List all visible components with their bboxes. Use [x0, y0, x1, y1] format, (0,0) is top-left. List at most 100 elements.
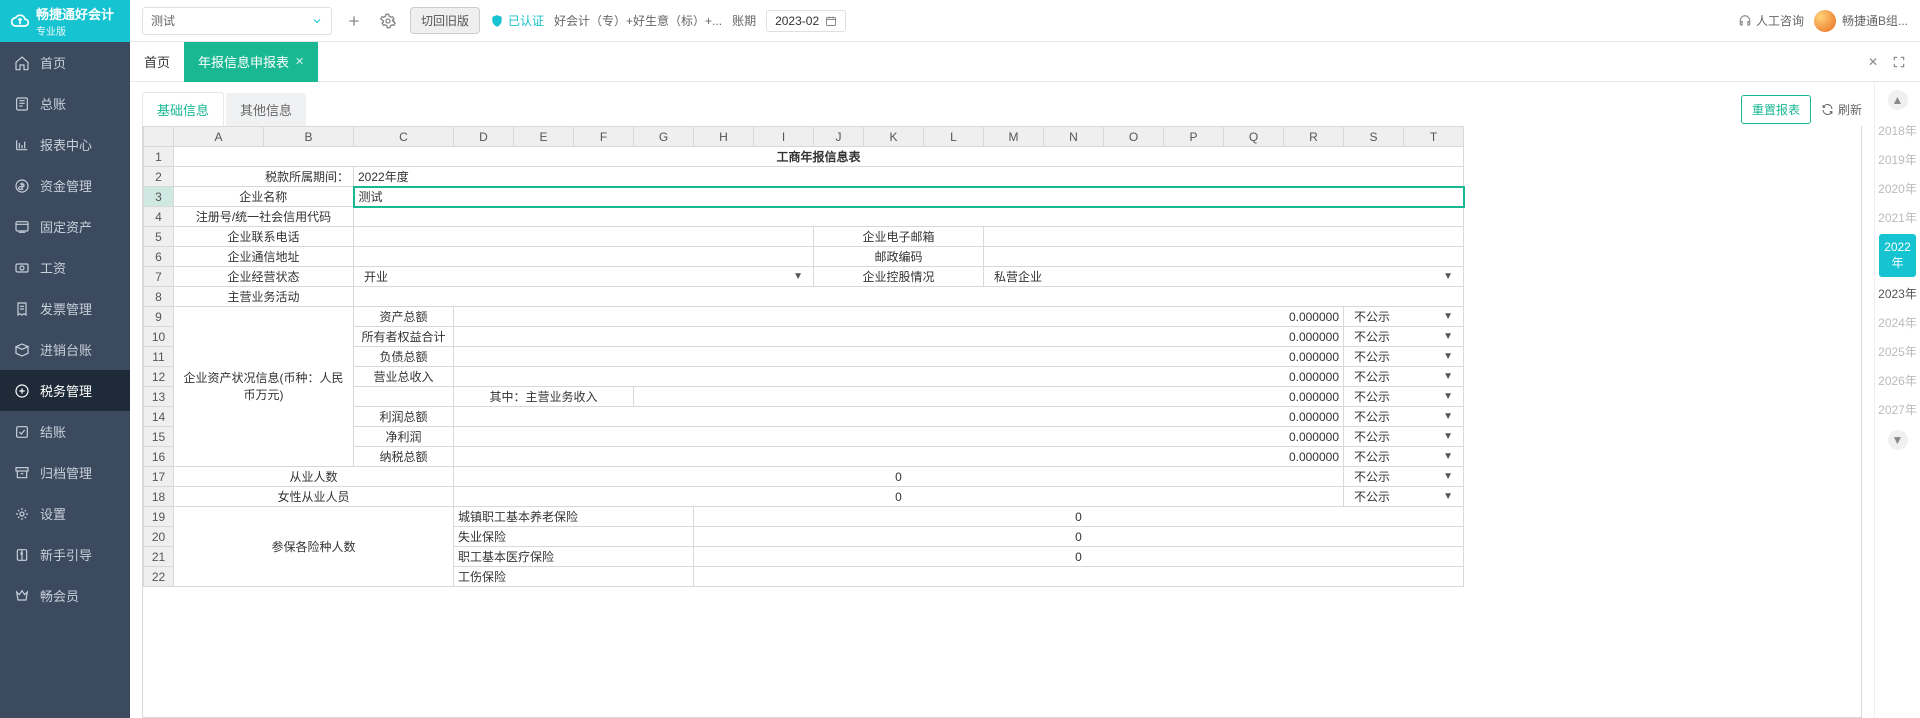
tab-home[interactable]: 首页 — [130, 42, 184, 82]
report-icon — [14, 137, 30, 153]
asset-group-label: 企业资产状况信息(币种：人民币万元) — [174, 307, 354, 467]
col-header-K[interactable]: K — [864, 127, 924, 147]
sidebar-item-13[interactable]: 畅会员 — [0, 575, 130, 616]
col-header-L[interactable]: L — [924, 127, 984, 147]
tab-close-icon[interactable]: ✕ — [295, 55, 304, 68]
year-2021年[interactable]: 2021年 — [1875, 203, 1920, 232]
asset-icon — [14, 219, 30, 235]
chevron-down-icon — [311, 15, 323, 27]
col-header-S[interactable]: S — [1344, 127, 1404, 147]
sidebar-item-0[interactable]: 首页 — [0, 42, 130, 83]
period-label: 账期 — [732, 12, 756, 29]
brand-name: 畅捷通好会计 — [36, 7, 114, 22]
col-header-B[interactable]: B — [264, 127, 354, 147]
sidebar-item-12[interactable]: 新手引导 — [0, 534, 130, 575]
add-button[interactable] — [342, 9, 366, 33]
year-2025年[interactable]: 2025年 — [1875, 337, 1920, 366]
fullscreen-icon[interactable] — [1892, 55, 1906, 69]
sidebar-item-10[interactable]: 归档管理 — [0, 452, 130, 493]
subtab-basic[interactable]: 基础信息 — [142, 92, 224, 126]
col-header-T[interactable]: T — [1404, 127, 1464, 147]
refresh-icon — [1821, 103, 1834, 116]
support-link[interactable]: 人工咨询 — [1738, 12, 1804, 29]
member-icon — [14, 588, 30, 604]
col-header-H[interactable]: H — [694, 127, 754, 147]
page-tabs: 首页 年报信息申报表 ✕ ✕ — [130, 42, 1920, 82]
year-2018年[interactable]: 2018年 — [1875, 116, 1920, 145]
col-header-A[interactable]: A — [174, 127, 264, 147]
col-header-Q[interactable]: Q — [1224, 127, 1284, 147]
status-select[interactable]: 开业▼ — [354, 267, 814, 287]
year-2022年[interactable]: 2022年 — [1879, 234, 1916, 277]
sidebar-item-7[interactable]: 进销台账 — [0, 329, 130, 370]
fund-icon — [14, 178, 30, 194]
sidebar-item-4[interactable]: 固定资产 — [0, 206, 130, 247]
sidebar-item-2[interactable]: 报表中心 — [0, 124, 130, 165]
sidebar-item-3[interactable]: 资金管理 — [0, 165, 130, 206]
col-header-I[interactable]: I — [754, 127, 814, 147]
pub-select-13[interactable]: 不公示▼ — [1344, 387, 1464, 407]
guide-icon — [14, 547, 30, 563]
pub-select-14[interactable]: 不公示▼ — [1344, 407, 1464, 427]
reset-button[interactable]: 重置报表 — [1741, 95, 1811, 124]
brand-edition: 专业版 — [36, 23, 114, 38]
year-up-button[interactable]: ▲ — [1888, 90, 1908, 110]
tab-annual-report[interactable]: 年报信息申报表 ✕ — [184, 42, 318, 82]
pub-select-16[interactable]: 不公示▼ — [1344, 447, 1464, 467]
year-2019年[interactable]: 2019年 — [1875, 145, 1920, 174]
sidebar-item-1[interactable]: 总账 — [0, 83, 130, 124]
avatar — [1814, 10, 1836, 32]
pub-select-9[interactable]: 不公示▼ — [1344, 307, 1464, 327]
pub-select-15[interactable]: 不公示▼ — [1344, 427, 1464, 447]
settings-icon — [14, 506, 30, 522]
archive-icon — [14, 465, 30, 481]
col-header-C[interactable]: C — [354, 127, 454, 147]
brand-logo: 畅捷通好会计 专业版 — [0, 0, 130, 42]
year-2027年[interactable]: 2027年 — [1875, 395, 1920, 424]
pub-select-10[interactable]: 不公示▼ — [1344, 327, 1464, 347]
sidebar-item-6[interactable]: 发票管理 — [0, 288, 130, 329]
col-header-E[interactable]: E — [514, 127, 574, 147]
sidebar-item-5[interactable]: 工资 — [0, 247, 130, 288]
company-name-input[interactable]: 测试 — [354, 187, 1464, 207]
col-header-R[interactable]: R — [1284, 127, 1344, 147]
company-name: 测试 — [151, 12, 175, 29]
sidebar-item-11[interactable]: 设置 — [0, 493, 130, 534]
topbar: 测试 切回旧版 已认证 好会计（专）+好生意（标）+... 账期 2023-02… — [130, 0, 1920, 42]
subtab-other[interactable]: 其他信息 — [226, 93, 306, 126]
col-header-N[interactable]: N — [1044, 127, 1104, 147]
ledger-icon — [14, 96, 30, 112]
headset-icon — [1738, 14, 1752, 28]
year-2023年[interactable]: 2023年 — [1875, 279, 1920, 308]
col-header-M[interactable]: M — [984, 127, 1044, 147]
spreadsheet[interactable]: ABCDEFGHIJKLMNOPQRST1工商年报信息表2税款所属期间：2022… — [142, 126, 1862, 718]
year-2020年[interactable]: 2020年 — [1875, 174, 1920, 203]
col-header-P[interactable]: P — [1164, 127, 1224, 147]
year-2026年[interactable]: 2026年 — [1875, 366, 1920, 395]
col-header-J[interactable]: J — [814, 127, 864, 147]
holding-select[interactable]: 私营企业▼ — [984, 267, 1464, 287]
reg-no-input[interactable] — [354, 207, 1464, 227]
col-header-O[interactable]: O — [1104, 127, 1164, 147]
tax-icon — [14, 383, 30, 399]
tax-period-value: 2022年度 — [354, 167, 1464, 187]
pub-select-11[interactable]: 不公示▼ — [1344, 347, 1464, 367]
sidebar-item-9[interactable]: 结账 — [0, 411, 130, 452]
pub-select-12[interactable]: 不公示▼ — [1344, 367, 1464, 387]
switch-old-version-button[interactable]: 切回旧版 — [410, 7, 480, 34]
refresh-button[interactable]: 刷新 — [1821, 101, 1862, 118]
user-menu[interactable]: 畅捷通B组... — [1814, 10, 1908, 32]
col-header-D[interactable]: D — [454, 127, 514, 147]
year-down-button[interactable]: ▼ — [1888, 430, 1908, 450]
period-selector[interactable]: 2023-02 — [766, 10, 846, 32]
reg-no-label: 注册号/统一社会信用代码 — [174, 207, 354, 227]
year-2024年[interactable]: 2024年 — [1875, 308, 1920, 337]
sidebar: 畅捷通好会计 专业版 首页总账报表中心资金管理固定资产工资发票管理进销台账税务管… — [0, 0, 130, 718]
tabs-close-all[interactable]: ✕ — [1868, 55, 1878, 69]
company-selector[interactable]: 测试 — [142, 7, 332, 35]
sidebar-item-8[interactable]: 税务管理 — [0, 370, 130, 411]
sheet-title: 工商年报信息表 — [174, 147, 1464, 167]
settings-button[interactable] — [376, 9, 400, 33]
col-header-G[interactable]: G — [634, 127, 694, 147]
col-header-F[interactable]: F — [574, 127, 634, 147]
